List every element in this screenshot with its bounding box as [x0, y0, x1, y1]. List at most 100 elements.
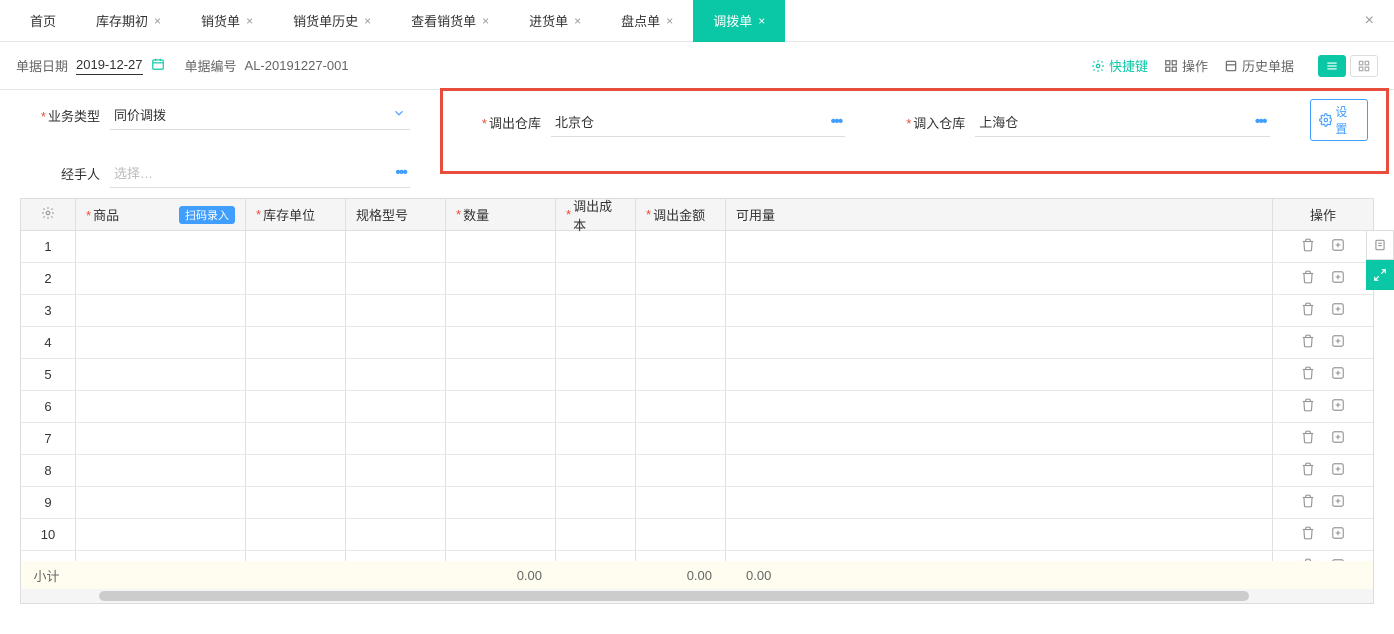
cell-product[interactable]	[76, 391, 246, 422]
cell-amount[interactable]	[636, 455, 726, 486]
close-icon[interactable]: ×	[246, 14, 253, 28]
cell-product[interactable]	[76, 455, 246, 486]
cell-spec[interactable]	[346, 455, 446, 486]
out-warehouse-input[interactable]: 北京仓 •••	[551, 107, 845, 137]
cell-product[interactable]	[76, 295, 246, 326]
cell-qty[interactable]	[446, 231, 556, 262]
cell-qty[interactable]	[446, 295, 556, 326]
cell-unit[interactable]	[246, 359, 346, 390]
cell-product[interactable]	[76, 519, 246, 550]
delete-row-icon[interactable]	[1301, 334, 1315, 351]
tab-home[interactable]: 首页	[10, 0, 76, 42]
add-row-icon[interactable]	[1331, 398, 1345, 415]
settings-column[interactable]	[21, 199, 76, 230]
biz-type-input[interactable]: 同价调拨	[110, 100, 410, 130]
cell-unit[interactable]	[246, 455, 346, 486]
handler-input[interactable]: 选择… •••	[110, 158, 410, 188]
cell-cost[interactable]	[556, 455, 636, 486]
close-icon[interactable]: ×	[666, 14, 673, 28]
cell-amount[interactable]	[636, 519, 726, 550]
cell-unit[interactable]	[246, 391, 346, 422]
cell-product[interactable]	[76, 231, 246, 262]
side-note-button[interactable]	[1366, 230, 1394, 260]
delete-row-icon[interactable]	[1301, 302, 1315, 319]
tab-sales-history[interactable]: 销货单历史×	[273, 0, 391, 42]
tab-purchase-order[interactable]: 进货单×	[509, 0, 601, 42]
cell-spec[interactable]	[346, 327, 446, 358]
cell-amount[interactable]	[636, 327, 726, 358]
delete-row-icon[interactable]	[1301, 526, 1315, 543]
close-icon[interactable]: ×	[482, 14, 489, 28]
cell-spec[interactable]	[346, 263, 446, 294]
close-all-icon[interactable]: ×	[1365, 12, 1374, 30]
tab-sales-order[interactable]: 销货单×	[181, 0, 273, 42]
delete-row-icon[interactable]	[1301, 366, 1315, 383]
cell-unit[interactable]	[246, 295, 346, 326]
view-grid-button[interactable]	[1350, 55, 1378, 77]
delete-row-icon[interactable]	[1301, 494, 1315, 511]
cell-cost[interactable]	[556, 423, 636, 454]
cell-cost[interactable]	[556, 359, 636, 390]
view-list-button[interactable]	[1318, 55, 1346, 77]
cell-amount[interactable]	[636, 551, 726, 561]
cell-spec[interactable]	[346, 295, 446, 326]
cell-product[interactable]	[76, 327, 246, 358]
close-icon[interactable]: ×	[758, 14, 765, 28]
cell-product[interactable]	[76, 551, 246, 561]
cell-spec[interactable]	[346, 359, 446, 390]
cell-cost[interactable]	[556, 391, 636, 422]
delete-row-icon[interactable]	[1301, 430, 1315, 447]
cell-cost[interactable]	[556, 551, 636, 561]
cell-amount[interactable]	[636, 295, 726, 326]
date-value[interactable]: 2019-12-27	[76, 57, 143, 75]
side-expand-button[interactable]	[1366, 260, 1394, 290]
cell-qty[interactable]	[446, 359, 556, 390]
cell-amount[interactable]	[636, 423, 726, 454]
cell-amount[interactable]	[636, 359, 726, 390]
delete-row-icon[interactable]	[1301, 462, 1315, 479]
cell-unit[interactable]	[246, 423, 346, 454]
tab-inventory-init[interactable]: 库存期初×	[76, 0, 181, 42]
tab-view-sales[interactable]: 查看销货单×	[391, 0, 509, 42]
cell-amount[interactable]	[636, 263, 726, 294]
calendar-icon[interactable]	[151, 57, 165, 74]
cell-cost[interactable]	[556, 295, 636, 326]
cell-unit[interactable]	[246, 519, 346, 550]
cell-qty[interactable]	[446, 327, 556, 358]
cell-cost[interactable]	[556, 231, 636, 262]
cell-product[interactable]	[76, 359, 246, 390]
add-row-icon[interactable]	[1331, 366, 1345, 383]
cell-qty[interactable]	[446, 487, 556, 518]
cell-unit[interactable]	[246, 551, 346, 561]
add-row-icon[interactable]	[1331, 302, 1345, 319]
add-row-icon[interactable]	[1331, 334, 1345, 351]
cell-spec[interactable]	[346, 423, 446, 454]
cell-spec[interactable]	[346, 551, 446, 561]
cell-product[interactable]	[76, 487, 246, 518]
cell-unit[interactable]	[246, 487, 346, 518]
add-row-icon[interactable]	[1331, 430, 1345, 447]
cell-amount[interactable]	[636, 487, 726, 518]
add-row-icon[interactable]	[1331, 270, 1345, 287]
cell-amount[interactable]	[636, 391, 726, 422]
cell-qty[interactable]	[446, 423, 556, 454]
cell-qty[interactable]	[446, 519, 556, 550]
delete-row-icon[interactable]	[1301, 238, 1315, 255]
history-link[interactable]: 历史单据	[1224, 56, 1294, 75]
scrollbar-thumb[interactable]	[99, 591, 1249, 601]
cell-spec[interactable]	[346, 487, 446, 518]
cell-qty[interactable]	[446, 391, 556, 422]
add-row-icon[interactable]	[1331, 238, 1345, 255]
delete-row-icon[interactable]	[1301, 398, 1315, 415]
cell-product[interactable]	[76, 263, 246, 294]
cell-spec[interactable]	[346, 391, 446, 422]
add-row-icon[interactable]	[1331, 462, 1345, 479]
add-row-icon[interactable]	[1331, 494, 1345, 511]
cell-amount[interactable]	[636, 231, 726, 262]
cell-unit[interactable]	[246, 231, 346, 262]
cell-unit[interactable]	[246, 263, 346, 294]
cell-spec[interactable]	[346, 231, 446, 262]
cell-unit[interactable]	[246, 327, 346, 358]
cell-qty[interactable]	[446, 551, 556, 561]
cell-qty[interactable]	[446, 263, 556, 294]
